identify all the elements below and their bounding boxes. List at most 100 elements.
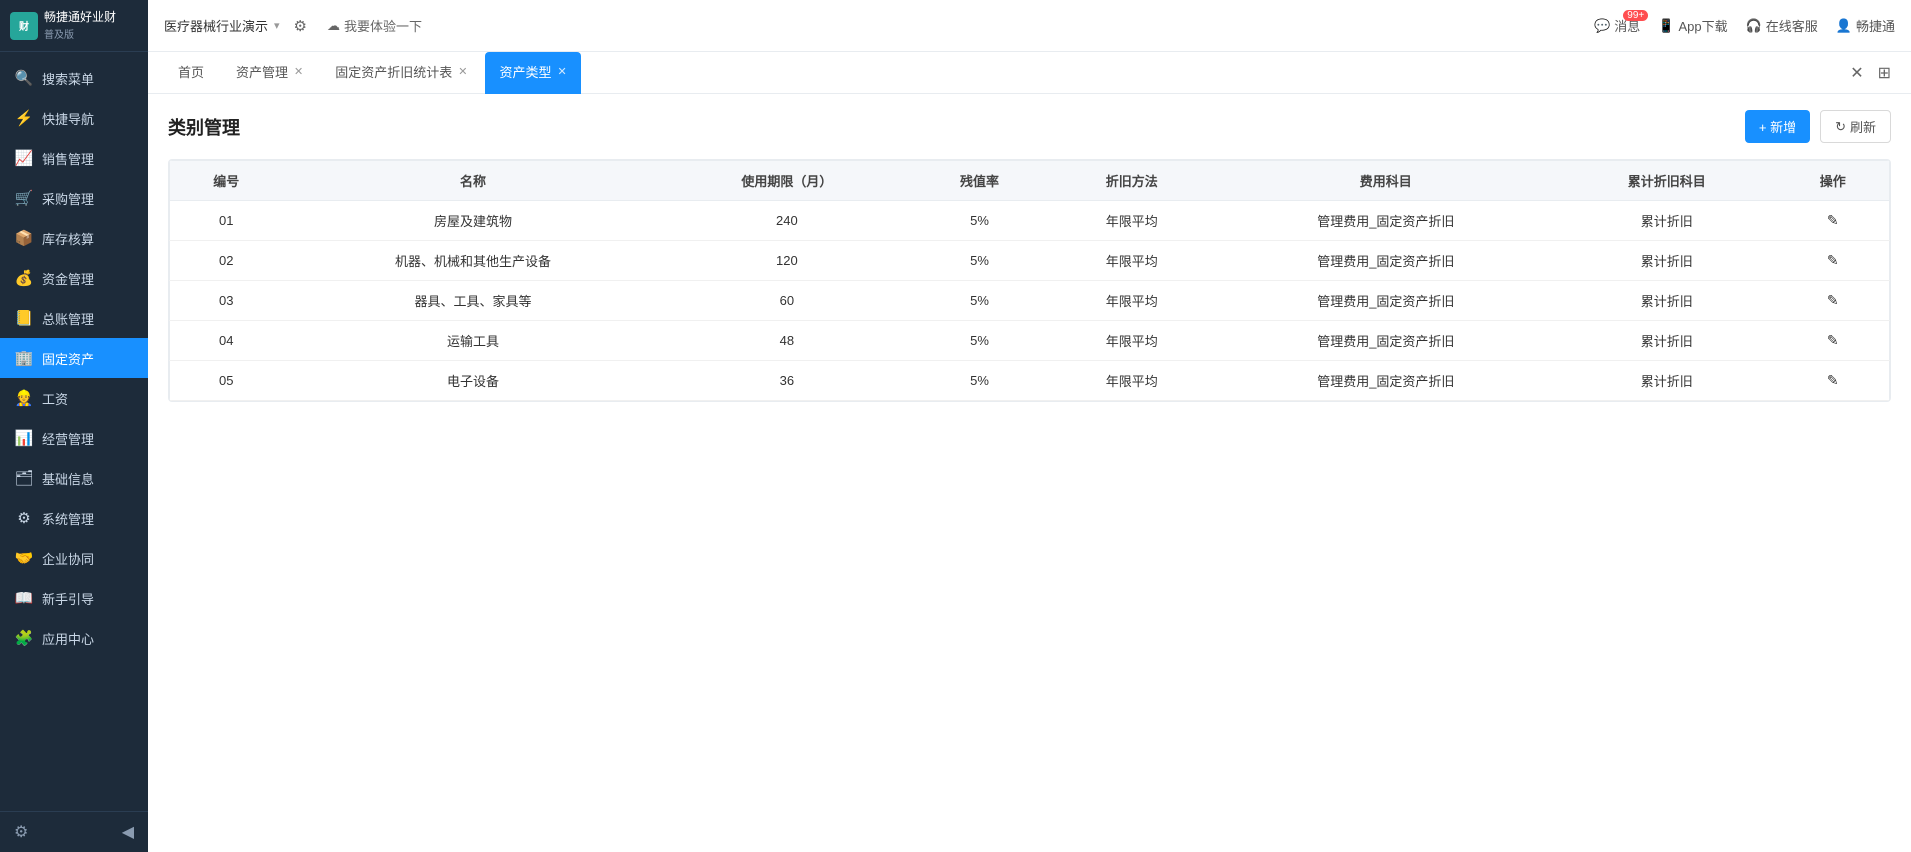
sidebar-item-企业协同[interactable]: 🤝 企业协同: [0, 538, 148, 578]
page-actions: + 新增 ↻ 刷新: [1745, 110, 1891, 143]
cell-0-6: 累计折旧: [1557, 201, 1777, 241]
sidebar-icon-7: 🏢: [14, 348, 34, 368]
sidebar-icon-2: 📈: [14, 148, 34, 168]
message-btn[interactable]: 💬 消息 99+: [1594, 16, 1640, 35]
main-content: 医疗器械行业演示 ▾ ⚙ ☁ 我要体验一下 💬 消息 99+ 📱 App下载 🎧…: [148, 0, 1911, 852]
cell-2-6: 累计折旧: [1557, 281, 1777, 321]
cell-0-7[interactable]: ✎: [1777, 201, 1890, 241]
settings-icon[interactable]: ⚙: [14, 822, 28, 842]
close-tab-btn[interactable]: ✕: [1846, 59, 1867, 87]
sidebar-icon-1: ⚡: [14, 108, 34, 128]
app-download-btn[interactable]: 📱 App下载: [1658, 16, 1727, 35]
sidebar-item-库存核算[interactable]: 📦 库存核算: [0, 218, 148, 258]
sidebar-icon-4: 📦: [14, 228, 34, 248]
cell-2-5: 管理费用_固定资产折旧: [1215, 281, 1557, 321]
sidebar-label-11: 系统管理: [42, 509, 94, 528]
cell-3-3: 5%: [910, 321, 1049, 361]
cell-0-2: 240: [664, 201, 911, 241]
cell-4-4: 年限平均: [1049, 361, 1215, 401]
expand-tab-btn[interactable]: ⊞: [1874, 59, 1895, 87]
sidebar-label-13: 新手引导: [42, 589, 94, 608]
cell-1-6: 累计折旧: [1557, 241, 1777, 281]
online-service-btn[interactable]: 🎧 在线客服: [1746, 16, 1818, 35]
cell-4-0: 05: [170, 361, 283, 401]
sidebar-item-总账管理[interactable]: 📒 总账管理: [0, 298, 148, 338]
cell-2-7[interactable]: ✎: [1777, 281, 1890, 321]
experience-btn[interactable]: ☁ 我要体验一下: [327, 16, 422, 35]
table-wrapper: 编号名称使用期限（月）残值率折旧方法费用科目累计折旧科目操作 01房屋及建筑物2…: [168, 159, 1891, 402]
sidebar-item-固定资产[interactable]: 🏢 固定资产: [0, 338, 148, 378]
refresh-button[interactable]: ↻ 刷新: [1820, 110, 1891, 143]
collapse-icon[interactable]: ◀: [122, 822, 134, 842]
sidebar-icon-3: 🛒: [14, 188, 34, 208]
logo-icon: 财: [10, 12, 38, 40]
experience-icon: ☁: [327, 18, 340, 34]
topbar-title: 医疗器械行业演示 ▾ ⚙: [164, 16, 307, 35]
tab-1[interactable]: 资产管理 ✕: [222, 52, 317, 94]
sidebar-item-经营管理[interactable]: 📊 经营管理: [0, 418, 148, 458]
sidebar-label-5: 资金管理: [42, 269, 94, 288]
sidebar-icon-11: ⚙: [14, 508, 34, 528]
user-btn[interactable]: 👤 畅捷通: [1836, 16, 1895, 35]
sidebar-item-基础信息[interactable]: 🗂 基础信息: [0, 458, 148, 498]
table-row: 02机器、机械和其他生产设备1205%年限平均管理费用_固定资产折旧累计折旧✎: [170, 241, 1890, 281]
sidebar-item-销售管理[interactable]: 📈 销售管理: [0, 138, 148, 178]
logo-sub: 普及版: [44, 26, 116, 41]
cell-3-6: 累计折旧: [1557, 321, 1777, 361]
message-badge: 99+: [1623, 10, 1648, 21]
tab-close-3[interactable]: ✕: [558, 65, 567, 78]
tab-0[interactable]: 首页: [164, 52, 218, 94]
cell-2-4: 年限平均: [1049, 281, 1215, 321]
sidebar-label-2: 销售管理: [42, 149, 94, 168]
col-header-2: 使用期限（月）: [664, 161, 911, 201]
sidebar-item-新手引导[interactable]: 📖 新手引导: [0, 578, 148, 618]
sidebar-label-0: 搜索菜单: [42, 69, 94, 88]
sidebar-item-应用中心[interactable]: 🧩 应用中心: [0, 618, 148, 658]
sidebar-icon-6: 📒: [14, 308, 34, 328]
sidebar-item-采购管理[interactable]: 🛒 采购管理: [0, 178, 148, 218]
cell-4-3: 5%: [910, 361, 1049, 401]
tab-3[interactable]: 资产类型✕: [485, 52, 580, 94]
cell-3-7[interactable]: ✎: [1777, 321, 1890, 361]
sidebar-label-7: 固定资产: [42, 349, 94, 368]
avatar-icon: 👤: [1836, 18, 1852, 34]
cell-1-1: 机器、机械和其他生产设备: [282, 241, 663, 281]
gear-icon[interactable]: ⚙: [294, 17, 307, 35]
sidebar-item-快捷导航[interactable]: ⚡ 快捷导航: [0, 98, 148, 138]
tab-action-buttons: ✕ ⊞: [1846, 59, 1895, 87]
col-header-4: 折旧方法: [1049, 161, 1215, 201]
new-button[interactable]: + 新增: [1745, 110, 1810, 143]
table-row: 04运输工具485%年限平均管理费用_固定资产折旧累计折旧✎: [170, 321, 1890, 361]
tab-close-1[interactable]: ✕: [294, 65, 303, 78]
online-service-label: 在线客服: [1766, 16, 1818, 35]
sidebar-icon-10: 🗂: [14, 468, 34, 488]
tabs-bar: 首页资产管理✕固定资产折旧统计表✕资产类型✕ ✕ ⊞: [148, 52, 1911, 94]
cell-4-7[interactable]: ✎: [1777, 361, 1890, 401]
sidebar-item-搜索菜单[interactable]: 🔍 搜索菜单: [0, 58, 148, 98]
sidebar-item-资金管理[interactable]: 💰 资金管理: [0, 258, 148, 298]
chevron-down-icon[interactable]: ▾: [274, 19, 280, 32]
user-label: 畅捷通: [1856, 16, 1895, 35]
tab-close-2[interactable]: ✕: [458, 65, 467, 78]
sidebar-icon-14: 🧩: [14, 628, 34, 648]
sidebar-nav: 🔍 搜索菜单 ⚡ 快捷导航 📈 销售管理 🛒 采购管理 📦 库存核算 💰 资金管…: [0, 52, 148, 811]
cell-1-7[interactable]: ✎: [1777, 241, 1890, 281]
cell-2-1: 器具、工具、家具等: [282, 281, 663, 321]
message-icon: 💬: [1594, 18, 1610, 34]
sidebar-label-4: 库存核算: [42, 229, 94, 248]
col-header-7: 操作: [1777, 161, 1890, 201]
cell-2-0: 03: [170, 281, 283, 321]
data-table: 编号名称使用期限（月）残值率折旧方法费用科目累计折旧科目操作 01房屋及建筑物2…: [169, 160, 1890, 401]
sidebar-item-系统管理[interactable]: ⚙ 系统管理: [0, 498, 148, 538]
cell-4-1: 电子设备: [282, 361, 663, 401]
cell-3-4: 年限平均: [1049, 321, 1215, 361]
tab-2[interactable]: 固定资产折旧统计表✕: [321, 52, 481, 94]
tab-label-0: 首页: [178, 62, 204, 81]
cell-1-3: 5%: [910, 241, 1049, 281]
col-header-5: 费用科目: [1215, 161, 1557, 201]
sidebar-item-工资[interactable]: 👷 工资: [0, 378, 148, 418]
tab-label-1: 资产管理: [236, 62, 288, 81]
cell-3-1: 运输工具: [282, 321, 663, 361]
col-header-1: 名称: [282, 161, 663, 201]
headset-icon: 🎧: [1746, 18, 1762, 34]
